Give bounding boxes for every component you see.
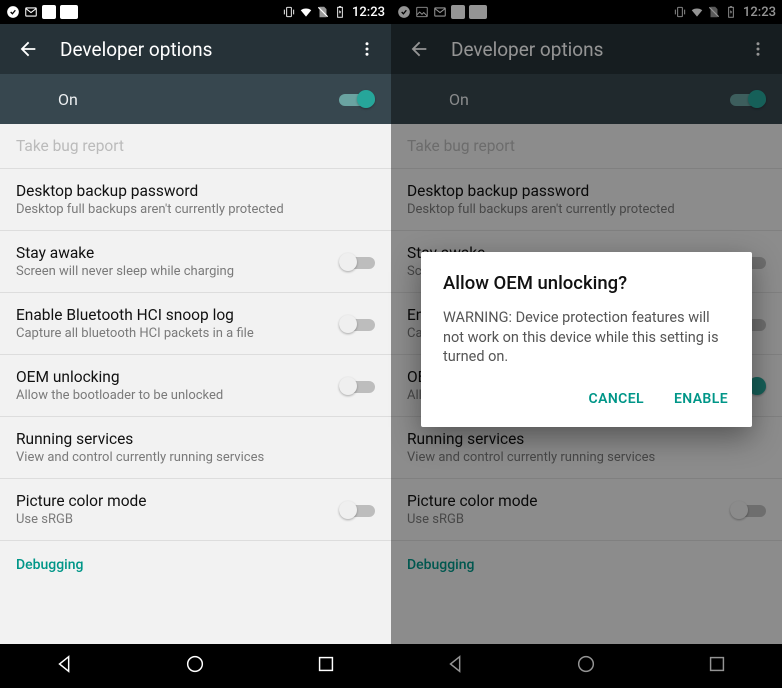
dialog-actions: CANCEL ENABLE: [443, 385, 730, 419]
item-subtitle: Capture all bluetooth HCI packets in a f…: [16, 326, 339, 341]
nav-bar: [0, 644, 391, 688]
item-subtitle: Use sRGB: [16, 512, 339, 527]
no-sim-icon: [316, 5, 330, 19]
screen-right: 12:23 Developer options On Take bug repo…: [391, 0, 782, 688]
item-title: Enable Bluetooth HCI snoop log: [16, 306, 339, 324]
status-bar: 12:23: [0, 0, 391, 24]
item-subtitle: Screen will never sleep while charging: [16, 264, 339, 279]
item-oem-unlocking[interactable]: OEM unlocking Allow the bootloader to be…: [0, 355, 391, 417]
item-picture-color-mode[interactable]: Picture color mode Use sRGB: [0, 479, 391, 541]
item-stay-awake[interactable]: Stay awake Screen will never sleep while…: [0, 231, 391, 293]
mail-icon: [24, 5, 38, 19]
section-debugging: Debugging: [0, 541, 391, 581]
nav-home-button[interactable]: [184, 653, 206, 679]
item-subtitle: Allow the bootloader to be unlocked: [16, 388, 339, 403]
screen-left: 12:23 Developer options On Take bug repo…: [0, 0, 391, 688]
item-subtitle: Desktop full backups aren't currently pr…: [16, 202, 375, 217]
item-title: Running services: [16, 430, 375, 448]
battery-icon: [333, 5, 347, 19]
item-hci-snoop-log[interactable]: Enable Bluetooth HCI snoop log Capture a…: [0, 293, 391, 355]
stay-awake-switch[interactable]: [339, 252, 375, 272]
clock: 12:23: [352, 5, 385, 20]
item-title: Desktop backup password: [16, 182, 375, 200]
item-title: Stay awake: [16, 244, 339, 262]
overflow-menu-button[interactable]: [353, 40, 381, 58]
notif-icon: [42, 5, 56, 19]
item-desktop-backup-password[interactable]: Desktop backup password Desktop full bac…: [0, 169, 391, 231]
item-running-services[interactable]: Running services View and control curren…: [0, 417, 391, 479]
page-title: Developer options: [60, 38, 353, 61]
nav-recents-button[interactable]: [315, 653, 337, 679]
item-title: Picture color mode: [16, 492, 339, 510]
oem-switch[interactable]: [339, 376, 375, 396]
item-bug-report[interactable]: Take bug report: [0, 124, 391, 169]
badge-icon: [6, 5, 20, 19]
vibrate-icon: [282, 5, 296, 19]
oem-unlock-dialog: Allow OEM unlocking? WARNING: Device pro…: [421, 252, 752, 427]
notif-icon-2: [60, 5, 78, 19]
master-toggle-label: On: [58, 90, 339, 109]
app-bar: Developer options: [0, 24, 391, 74]
picture-switch[interactable]: [339, 500, 375, 520]
back-button[interactable]: [14, 35, 42, 63]
item-title: OEM unlocking: [16, 368, 339, 386]
master-toggle-row[interactable]: On: [0, 74, 391, 124]
enable-button[interactable]: ENABLE: [672, 385, 730, 413]
cancel-button[interactable]: CANCEL: [587, 385, 646, 413]
settings-list: Take bug report Desktop backup password …: [0, 124, 391, 644]
dialog-title: Allow OEM unlocking?: [443, 272, 730, 294]
item-subtitle: View and control currently running servi…: [16, 450, 375, 465]
nav-back-button[interactable]: [54, 653, 76, 679]
dialog-body: WARNING: Device protection features will…: [443, 308, 730, 367]
wifi-icon: [299, 5, 313, 19]
master-toggle-switch[interactable]: [339, 89, 375, 109]
hci-switch[interactable]: [339, 314, 375, 334]
item-title: Take bug report: [16, 137, 375, 155]
